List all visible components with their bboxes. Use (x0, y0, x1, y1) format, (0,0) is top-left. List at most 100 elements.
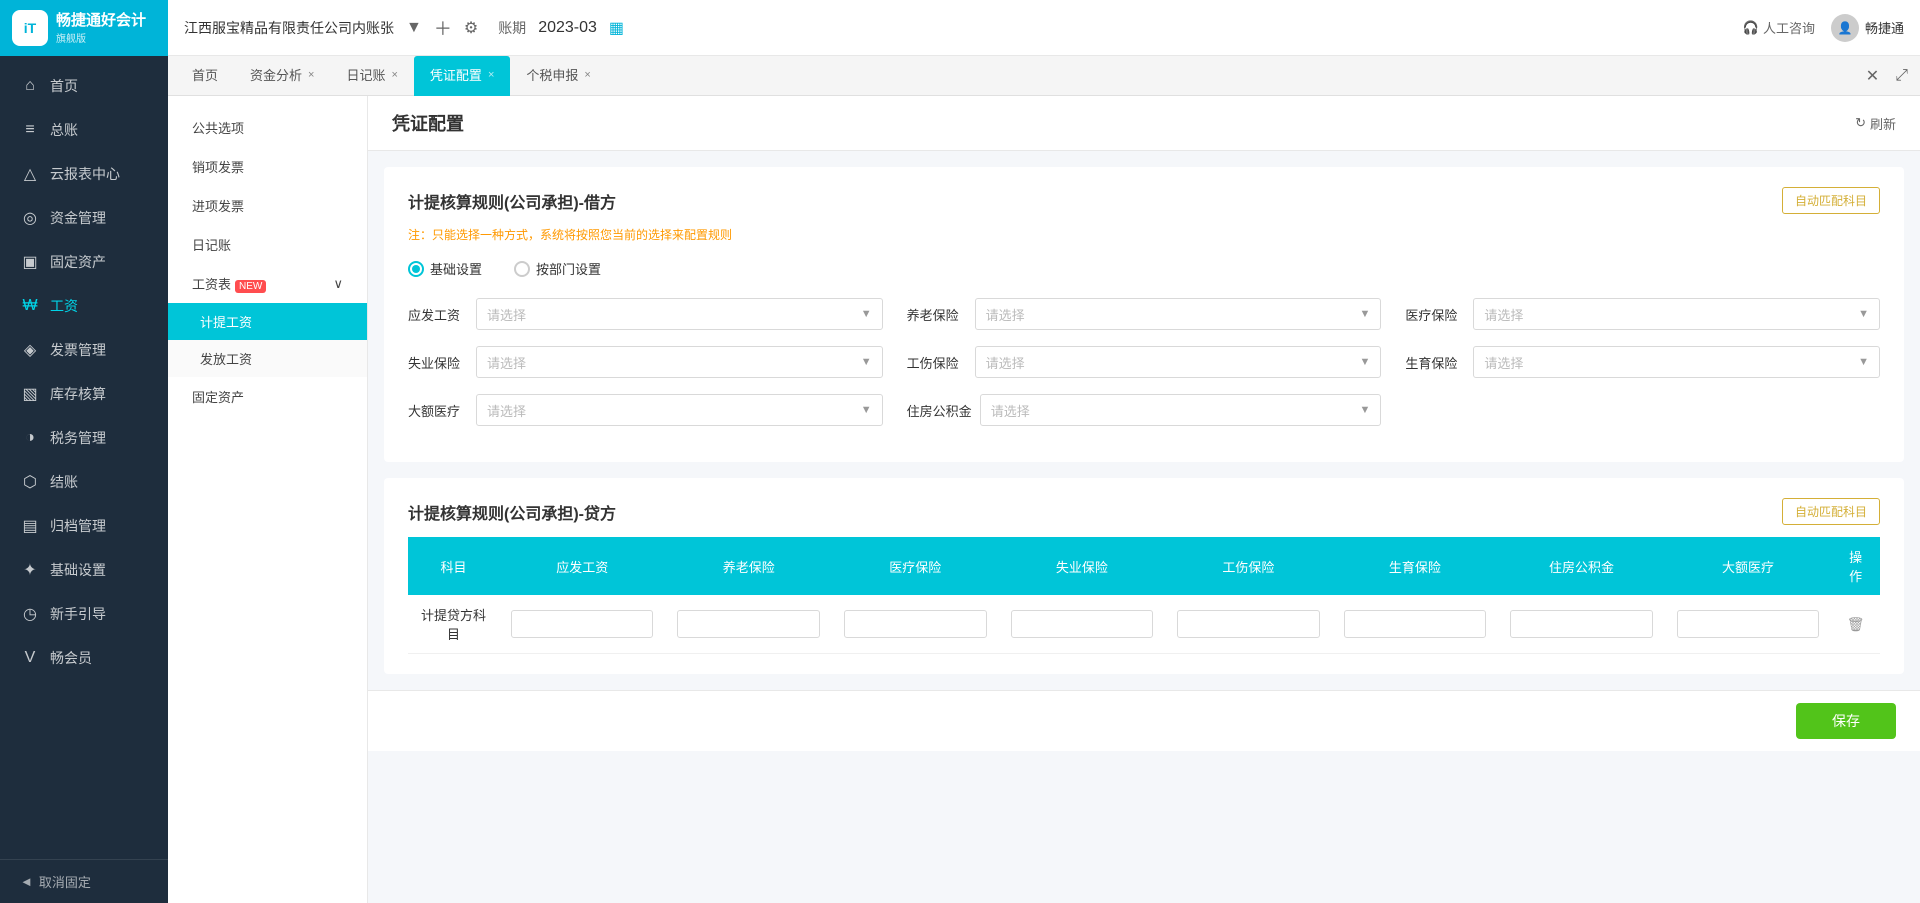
cell-maternity (1332, 595, 1499, 654)
sidebar-item-archive[interactable]: ▤ 归档管理 (0, 504, 168, 548)
sub-nav-public[interactable]: 公共选项 (168, 108, 367, 147)
sidebar-navigation: ⌂ 首页 ≡ 总账 △ 云报表中心 ◎ 资金管理 ▣ 固定资产 ₩ 工资 ◈ 发… (0, 56, 168, 859)
unpin-button[interactable]: ◄ 取消固定 (0, 859, 168, 903)
tab-voucher[interactable]: 凭证配置 × (414, 56, 510, 96)
col-account: 科目 (408, 537, 499, 595)
service-button[interactable]: 🎧 人工咨询 (1743, 18, 1815, 37)
input-maternity[interactable] (1344, 610, 1487, 638)
company-dropdown-arrow[interactable]: ▼ (406, 19, 422, 37)
expand-tab-button[interactable]: ⤢ (1891, 63, 1912, 89)
major-medical-label: 大额医疗 (408, 401, 468, 420)
maternity-arrow: ▼ (1858, 356, 1869, 368)
cell-action: 🗑 (1831, 595, 1880, 654)
page-content: 凭证配置 ↻ 刷新 计提核算规则(公司承担)-借方 自动匹配科目 注：只能选择一… (368, 96, 1920, 903)
delete-row-button[interactable]: 🗑 (1847, 616, 1865, 632)
housing-fund-label: 住房公积金 (907, 401, 972, 420)
input-gross[interactable] (511, 610, 654, 638)
tab-voucher-close[interactable]: × (488, 69, 494, 81)
save-button[interactable]: 保存 (1796, 703, 1896, 739)
table-header-row: 科目 应发工资 养老保险 医疗保险 失业保险 工伤保险 生育保险 住房公积金 大… (408, 537, 1880, 595)
sub-nav-pay-salary[interactable]: 发放工资 (168, 340, 367, 377)
credit-auto-match-button[interactable]: 自动匹配科目 (1782, 498, 1880, 525)
unemployment-select[interactable]: 请选择 ▼ (476, 346, 883, 378)
sub-nav-accrual-salary[interactable]: 计提工资 (168, 303, 367, 340)
sidebar-item-assets-label: 固定资产 (50, 252, 106, 272)
radio-dept-label: 按部门设置 (536, 259, 601, 278)
cell-unemployment (999, 595, 1166, 654)
field-housing-fund: 住房公积金 请选择 ▼ (907, 394, 1382, 426)
sidebar-item-capital-label: 资金管理 (50, 208, 106, 228)
sidebar-item-closing-label: 结账 (50, 472, 78, 492)
major-medical-select[interactable]: 请选择 ▼ (476, 394, 883, 426)
debit-form-row-3: 大额医疗 请选择 ▼ 住房公积金 请选择 ▼ (408, 394, 1880, 426)
sidebar-item-closing[interactable]: ⬡ 结账 (0, 460, 168, 504)
input-housing[interactable] (1510, 610, 1653, 638)
new-badge: NEW (235, 280, 266, 293)
tab-capital-close[interactable]: × (308, 69, 314, 81)
radio-basic-settings[interactable]: 基础设置 (408, 259, 482, 278)
sidebar-item-settings[interactable]: ✦ 基础设置 (0, 548, 168, 592)
injury-select[interactable]: 请选择 ▼ (975, 346, 1382, 378)
col-major-med: 大额医疗 (1665, 537, 1832, 595)
input-pension[interactable] (677, 610, 820, 638)
radio-dept-settings[interactable]: 按部门设置 (514, 259, 601, 278)
user-profile[interactable]: 👤 畅捷通 (1831, 14, 1904, 42)
input-unemployment[interactable] (1011, 610, 1154, 638)
sidebar-item-reports[interactable]: △ 云报表中心 (0, 152, 168, 196)
tab-capital[interactable]: 资金分析 × (234, 56, 330, 96)
add-button[interactable]: ＋ (434, 15, 452, 41)
field-maternity: 生育保险 请选择 ▼ (1405, 346, 1880, 378)
input-major-med[interactable] (1677, 610, 1820, 638)
sidebar: iT 畅捷通好会计 旗舰版 ⌂ 首页 ≡ 总账 △ 云报表中心 ◎ 资金管理 ▣… (0, 0, 168, 903)
app-name: 畅捷通好会计 (56, 12, 146, 30)
sidebar-item-vip[interactable]: V 畅会员 (0, 636, 168, 680)
settings-gear-icon[interactable]: ⚙ (464, 18, 478, 38)
username: 畅捷通 (1865, 18, 1904, 37)
sidebar-item-assets[interactable]: ▣ 固定资产 (0, 240, 168, 284)
refresh-button[interactable]: ↻ 刷新 (1855, 114, 1896, 133)
debit-auto-match-button[interactable]: 自动匹配科目 (1782, 187, 1880, 214)
sidebar-item-home-label: 首页 (50, 76, 78, 96)
sidebar-item-ledger[interactable]: ≡ 总账 (0, 108, 168, 152)
sidebar-item-tax[interactable]: ◑ 税务管理 (0, 416, 168, 460)
sidebar-item-capital[interactable]: ◎ 资金管理 (0, 196, 168, 240)
pension-select[interactable]: 请选择 ▼ (975, 298, 1382, 330)
tabs-actions: ✕ ⤢ (1862, 62, 1912, 90)
sidebar-item-salary[interactable]: ₩ 工资 (0, 284, 168, 328)
tab-home[interactable]: 首页 (176, 56, 234, 96)
sidebar-item-guide[interactable]: ◷ 新手引导 (0, 592, 168, 636)
maternity-select[interactable]: 请选择 ▼ (1473, 346, 1880, 378)
input-medical[interactable] (844, 610, 987, 638)
sidebar-item-inventory[interactable]: ▧ 库存核算 (0, 372, 168, 416)
sidebar-item-ledger-label: 总账 (50, 120, 78, 140)
col-maternity: 生育保险 (1332, 537, 1499, 595)
tab-journal[interactable]: 日记账 × (330, 56, 413, 96)
refresh-label: 刷新 (1870, 114, 1896, 133)
main-area: 江西服宝精品有限责任公司内账张 ▼ ＋ ⚙ 账期 2023-03 ▦ 🎧 人工咨… (168, 0, 1920, 903)
tab-tax-close[interactable]: × (584, 69, 590, 81)
chevron-down-icon: ∨ (333, 276, 343, 292)
sidebar-item-home[interactable]: ⌂ 首页 (0, 64, 168, 108)
input-injury[interactable] (1177, 610, 1320, 638)
calendar-icon[interactable]: ▦ (609, 18, 624, 38)
gross-salary-select[interactable]: 请选择 ▼ (476, 298, 883, 330)
ledger-icon: ≡ (20, 121, 40, 139)
close-tab-button[interactable]: ✕ (1862, 62, 1883, 90)
sub-nav-sales-invoice[interactable]: 销项发票 (168, 147, 367, 186)
radio-basic-dot (408, 261, 424, 277)
credit-table: 科目 应发工资 养老保险 医疗保险 失业保险 工伤保险 生育保险 住房公积金 大… (408, 537, 1880, 654)
tab-tax[interactable]: 个税申报 × (510, 56, 606, 96)
sub-nav-purchase-invoice[interactable]: 进项发票 (168, 186, 367, 225)
sub-nav-journal[interactable]: 日记账 (168, 225, 367, 264)
gross-salary-arrow: ▼ (861, 308, 872, 320)
sidebar-item-invoice[interactable]: ◈ 发票管理 (0, 328, 168, 372)
housing-fund-select[interactable]: 请选择 ▼ (980, 394, 1382, 426)
sub-nav-fixed-assets[interactable]: 固定资产 (168, 377, 367, 416)
sidebar-item-guide-label: 新手引导 (50, 604, 106, 624)
sub-nav-salary-table[interactable]: 工资表NEW ∨ (168, 264, 367, 303)
tab-journal-close[interactable]: × (391, 69, 397, 81)
tab-home-label: 首页 (192, 65, 218, 84)
col-action: 操作 (1831, 537, 1880, 595)
sub-nav-salary-children: 计提工资 发放工资 (168, 303, 367, 377)
medical-select[interactable]: 请选择 ▼ (1473, 298, 1880, 330)
